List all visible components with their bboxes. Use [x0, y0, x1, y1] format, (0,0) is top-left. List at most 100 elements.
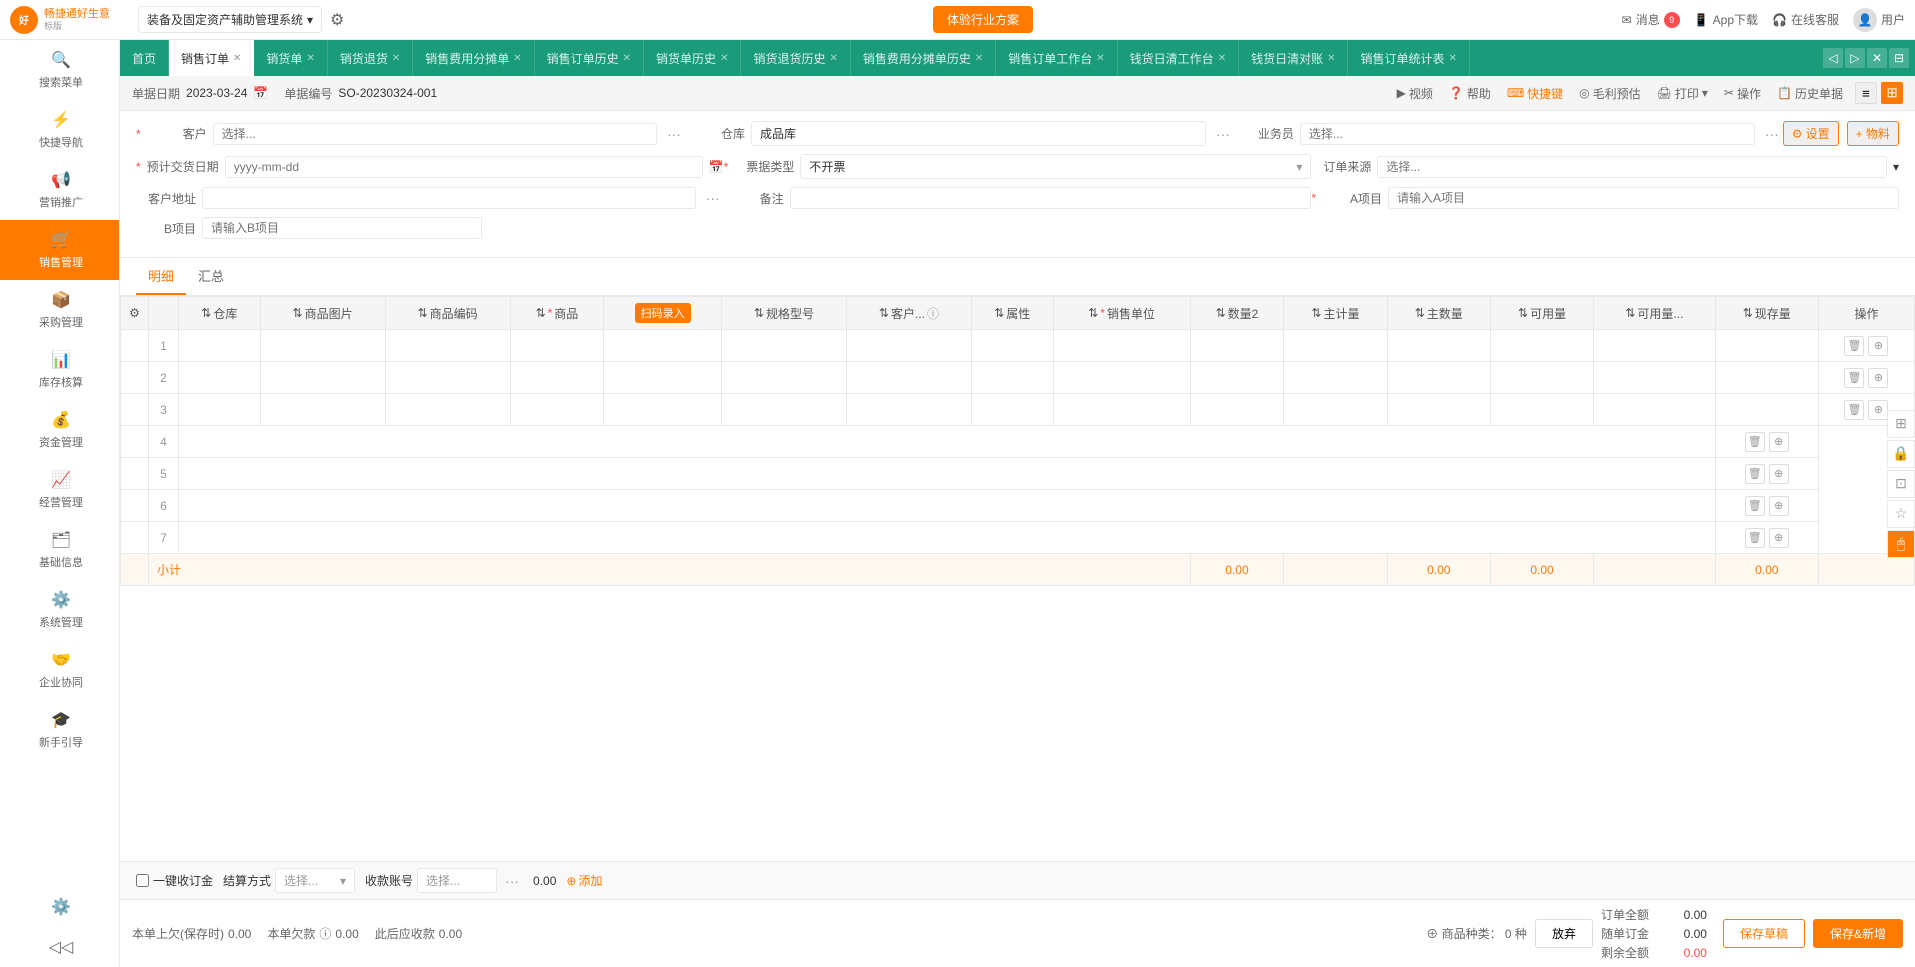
cell-product[interactable] — [510, 362, 604, 394]
history-action[interactable]: 📋 历史单据 — [1773, 83, 1847, 104]
tab-close-all-button[interactable]: ✕ — [1867, 48, 1887, 68]
one-click-checkbox[interactable] — [136, 874, 149, 887]
one-click-checkbox-label[interactable]: 一键收订金 — [136, 872, 213, 889]
col-product-code[interactable]: ⇅商品编码 — [385, 297, 510, 330]
col-attribute[interactable]: ⇅属性 — [971, 297, 1053, 330]
tab-summary[interactable]: 汇总 — [186, 258, 236, 295]
solution-button[interactable]: 体验行业方案 — [933, 6, 1033, 33]
cell-product-img[interactable] — [260, 362, 385, 394]
cell-product-img[interactable] — [260, 394, 385, 426]
discard-button[interactable]: 放弃 — [1535, 919, 1593, 948]
float-btn-3[interactable]: ⊡ — [1887, 470, 1915, 498]
float-btn-4[interactable]: ☆ — [1887, 500, 1915, 528]
cell-warehouse[interactable] — [179, 330, 261, 362]
customer-input[interactable] — [213, 123, 657, 145]
tab-detail[interactable]: 明细 — [136, 258, 186, 295]
float-btn-1[interactable]: ⊞ — [1887, 410, 1915, 438]
col-product[interactable]: ⇅*商品 — [510, 297, 604, 330]
cell-qty2[interactable] — [1190, 330, 1284, 362]
cell-main-qty[interactable] — [1387, 362, 1490, 394]
delete-row-button[interactable]: 🗑 — [1745, 432, 1765, 452]
cell-spec[interactable] — [721, 330, 846, 362]
cell-attribute[interactable] — [971, 362, 1053, 394]
cell-sales-unit[interactable] — [1053, 362, 1190, 394]
product-count-icon[interactable]: ⊕ — [1426, 927, 1438, 941]
calendar-icon[interactable]: 📅 — [253, 86, 268, 100]
cell-spec[interactable] — [721, 394, 846, 426]
tab-close-icon[interactable]: ✕ — [829, 53, 837, 64]
sidebar-item-guide[interactable]: 🎓 新手引导 — [0, 700, 119, 760]
col-main-qty[interactable]: ⇅主数量 — [1387, 297, 1490, 330]
sidebar-item-finance[interactable]: 💰 资金管理 — [0, 400, 119, 460]
cell-product-img[interactable] — [260, 330, 385, 362]
scan-button[interactable]: 扫码录入 — [635, 303, 691, 323]
cell-available[interactable] — [1490, 394, 1593, 426]
tab-return-history[interactable]: 销货退货历史 ✕ — [741, 40, 850, 76]
cell-stock[interactable] — [1715, 330, 1818, 362]
help-action[interactable]: ❓ 帮助 — [1445, 83, 1495, 104]
cell-available2[interactable] — [1594, 330, 1715, 362]
tab-sales-return[interactable]: 销货退货 ✕ — [328, 40, 413, 76]
customer-more-btn[interactable]: ··· — [663, 126, 685, 142]
cell-available2[interactable] — [1594, 362, 1715, 394]
cell-customer-code[interactable] — [846, 362, 971, 394]
cell-available2[interactable] — [1594, 394, 1715, 426]
sidebar-item-inventory[interactable]: 📊 库存核算 — [0, 340, 119, 400]
cell-spec[interactable] — [721, 362, 846, 394]
cell-main-unit[interactable] — [1284, 394, 1387, 426]
account-more-btn[interactable]: ··· — [501, 873, 523, 889]
expected-date-input[interactable] — [225, 156, 703, 178]
save-draft-button[interactable]: 保存草稿 — [1723, 919, 1805, 948]
message-button[interactable]: ✉ 消息 9 — [1622, 11, 1680, 28]
col-available[interactable]: ⇅可用量 — [1490, 297, 1593, 330]
cell-attribute[interactable] — [971, 394, 1053, 426]
add-payment-button[interactable]: ⊕ 添加 — [566, 872, 602, 889]
col-customer-code[interactable]: ⇅客户...ⓘ — [846, 297, 971, 330]
sidebar-item-base[interactable]: 🗂 基础信息 — [0, 520, 119, 580]
warehouse-select[interactable]: 成品库 — [751, 121, 1206, 146]
cell-customer-code[interactable] — [846, 330, 971, 362]
cell-product[interactable] — [510, 394, 604, 426]
tab-cash-workbench[interactable]: 钱货日清工作台 ✕ — [1118, 40, 1239, 76]
cell-product-code[interactable] — [385, 394, 510, 426]
tab-close-icon[interactable]: ✕ — [1327, 53, 1335, 64]
delete-row-button[interactable]: 🗑 — [1844, 336, 1864, 356]
salesperson-input[interactable] — [1300, 123, 1755, 145]
cell-warehouse[interactable] — [179, 362, 261, 394]
delete-row-button[interactable]: 🗑 — [1745, 528, 1765, 548]
tab-sales-order-history[interactable]: 销售订单历史 ✕ — [535, 40, 644, 76]
cell-qty2[interactable] — [1190, 362, 1284, 394]
online-support-button[interactable]: 🎧 在线客服 — [1772, 11, 1839, 28]
tab-next-button[interactable]: ▷ — [1845, 48, 1865, 68]
cell-main-qty[interactable] — [1387, 330, 1490, 362]
tab-close-icon[interactable]: ✕ — [513, 53, 521, 64]
cell-available[interactable] — [1490, 330, 1593, 362]
app-download-button[interactable]: 📱 App下载 — [1694, 11, 1758, 28]
col-gear[interactable]: ⚙ — [121, 297, 149, 330]
tab-close-icon[interactable]: ✕ — [306, 53, 314, 64]
tab-sales-stats[interactable]: 销售订单统计表 ✕ — [1348, 40, 1469, 76]
notes-input[interactable] — [790, 187, 1312, 209]
cell-main-unit[interactable] — [1284, 330, 1387, 362]
float-btn-2[interactable]: 🔒 — [1887, 440, 1915, 468]
tab-close-icon[interactable]: ✕ — [1449, 53, 1457, 64]
col-available2[interactable]: ⇅可用量... — [1594, 297, 1715, 330]
tab-invoice-history[interactable]: 销货单历史 ✕ — [644, 40, 741, 76]
cell-stock[interactable] — [1715, 362, 1818, 394]
cell-product-code[interactable] — [385, 330, 510, 362]
tab-close-icon[interactable]: ✕ — [233, 53, 241, 64]
tab-home[interactable]: 首页 — [120, 40, 169, 76]
tab-sales-order[interactable]: 销售订单 ✕ — [169, 40, 254, 76]
calendar-form-icon[interactable]: 📅 — [709, 160, 724, 174]
cell-product-code[interactable] — [385, 362, 510, 394]
float-btn-5[interactable]: 🖱 — [1887, 530, 1915, 558]
settings-btn[interactable]: ⚙ 设置 — [1783, 121, 1839, 146]
tab-prev-button[interactable]: ◁ — [1823, 48, 1843, 68]
copy-row-button[interactable]: ⊕ — [1868, 336, 1888, 356]
copy-row-button[interactable]: ⊕ — [1868, 368, 1888, 388]
sidebar-item-operations[interactable]: 📈 经营管理 — [0, 460, 119, 520]
sidebar-item-nav[interactable]: ⚡ 快捷导航 — [0, 100, 119, 160]
address-more-btn[interactable]: ··· — [702, 190, 724, 206]
cell-main-qty[interactable] — [1387, 394, 1490, 426]
copy-row-button[interactable]: ⊕ — [1769, 432, 1789, 452]
